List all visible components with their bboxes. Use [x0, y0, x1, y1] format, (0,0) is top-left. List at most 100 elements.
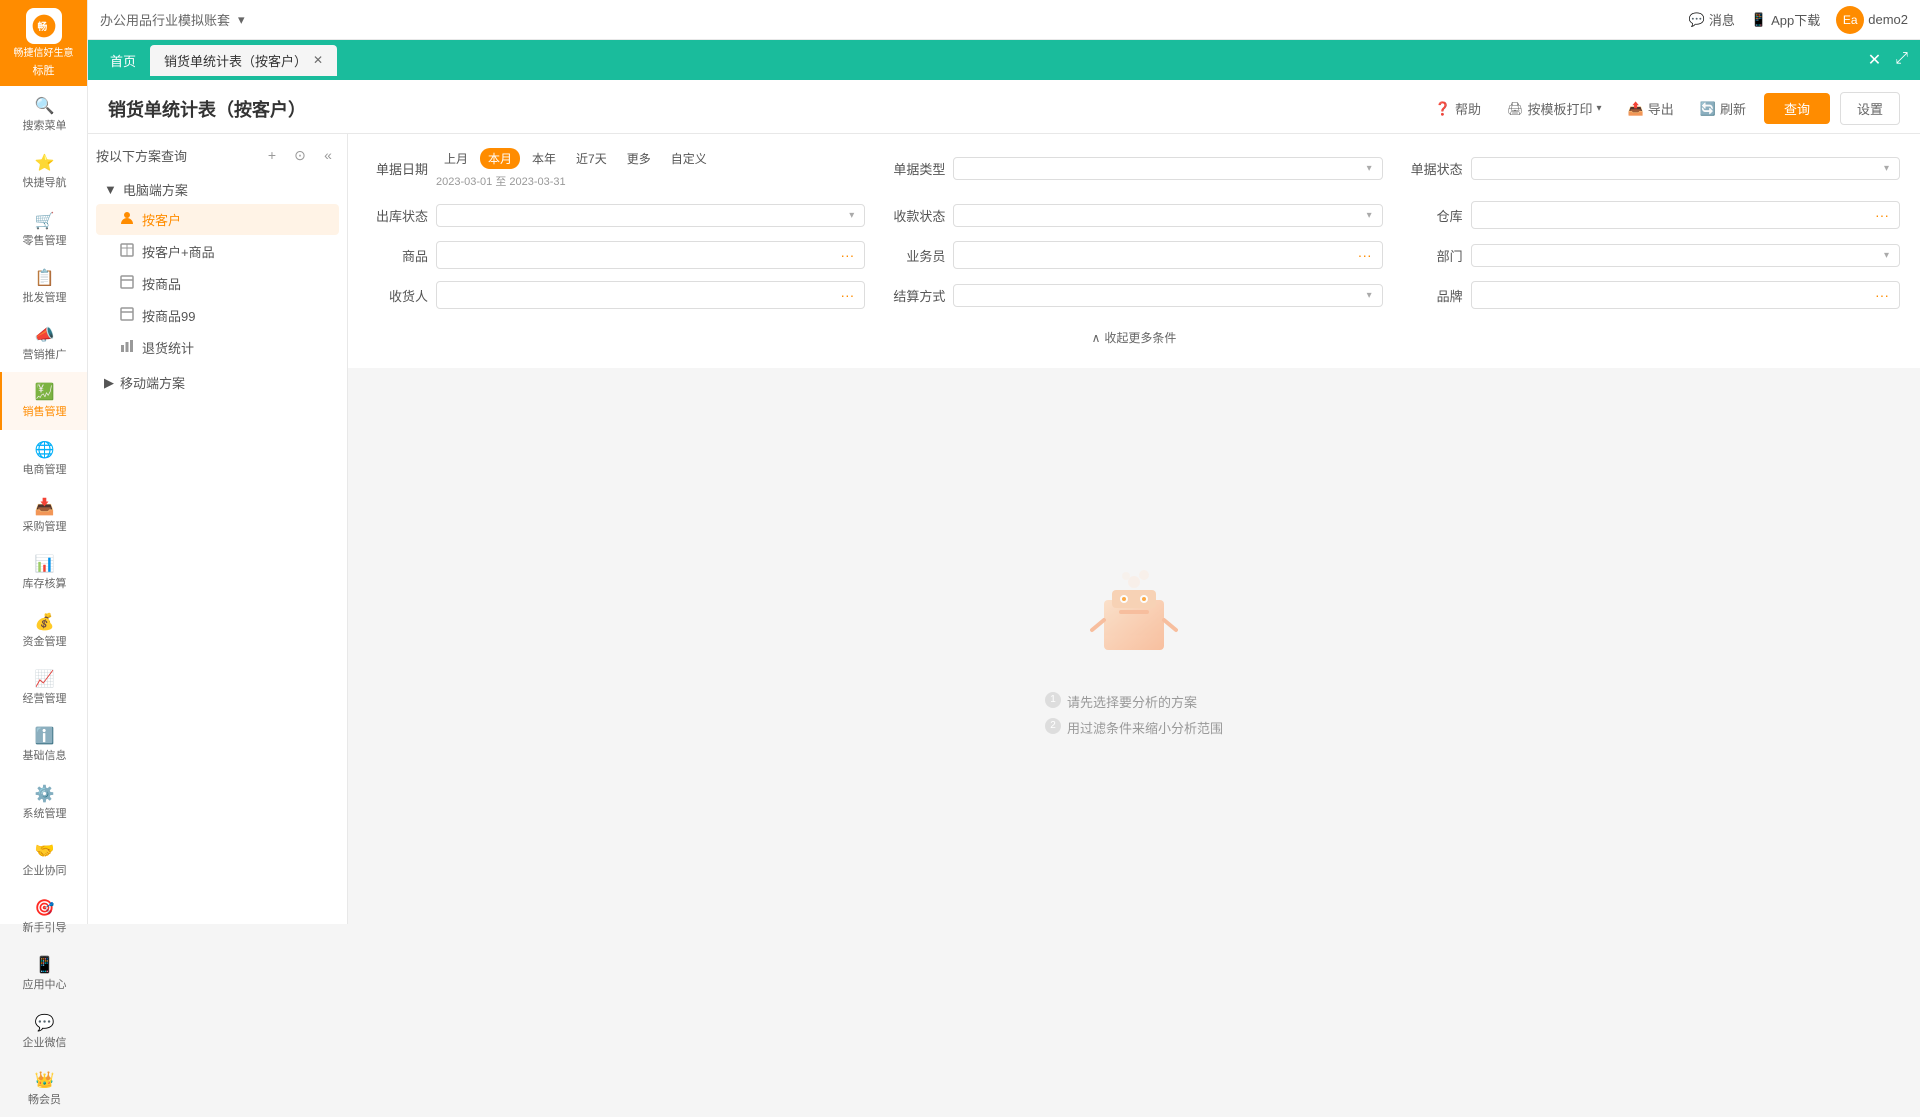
- search-icon: 🔍: [35, 96, 55, 116]
- sidebar-item-app-center[interactable]: 📱 应用中心: [0, 945, 87, 1002]
- chevron-down-icon: ▾: [1367, 163, 1372, 174]
- sidebar-item-ecommerce[interactable]: 🌐 电商管理: [0, 430, 87, 487]
- chevron-down-icon: ▾: [1367, 210, 1372, 221]
- megaphone-icon: 📣: [35, 325, 55, 345]
- sidebar-item-inventory[interactable]: 📊 库存核算: [0, 544, 87, 601]
- avatar: Ea: [1836, 6, 1864, 34]
- doc-type-input[interactable]: ▾: [953, 157, 1382, 180]
- app-logo[interactable]: 畅 畅捷信好生意 标胜: [0, 0, 87, 86]
- scheme-section-header-desktop[interactable]: ▼ 电脑端方案: [96, 176, 339, 203]
- print-btn[interactable]: 🖨 按模板打印 ▾: [1499, 95, 1610, 122]
- department-input[interactable]: ▾: [1471, 244, 1900, 267]
- date-tab-custom[interactable]: 自定义: [663, 148, 715, 169]
- date-range-text: 2023-03-01 至 2023-03-31: [436, 173, 865, 189]
- sidebar-item-finance[interactable]: 💰 资金管理: [0, 602, 87, 659]
- handshake-icon: 🤝: [35, 841, 55, 861]
- tab-close-icon[interactable]: ✕: [313, 53, 323, 67]
- sidebar-item-retail[interactable]: 🛒 零售管理: [0, 201, 87, 258]
- sidebar-item-wholesale[interactable]: 📋 批发管理: [0, 258, 87, 315]
- message-btn[interactable]: 💬 消息: [1689, 10, 1735, 29]
- tab-fullscreen-btn[interactable]: ⤢: [1891, 48, 1912, 72]
- tab-bar-actions: ✕ ⤢: [1864, 48, 1912, 72]
- user-menu[interactable]: Ea demo2: [1836, 6, 1908, 34]
- date-tab-last-month[interactable]: 上月: [436, 148, 476, 169]
- sidebar-item-sales[interactable]: 💹 销售管理: [0, 372, 87, 429]
- more-options-icon[interactable]: ···: [1875, 287, 1889, 303]
- cart-icon: 🛒: [35, 211, 55, 231]
- scheme-item-by-product[interactable]: 按商品: [96, 268, 339, 299]
- sidebar-item-operations[interactable]: 📈 经营管理: [0, 659, 87, 716]
- date-tab-this-year[interactable]: 本年: [524, 148, 564, 169]
- scheme-item-by-customer[interactable]: 按客户: [96, 204, 339, 235]
- sidebar-item-enterprise[interactable]: 🤝 企业协同: [0, 831, 87, 888]
- pay-status-label: 收款状态: [885, 206, 945, 225]
- refresh-scheme-icon[interactable]: ⊙: [289, 144, 311, 166]
- logo-text: 畅捷信好生意: [14, 48, 74, 60]
- svg-text:畅: 畅: [37, 20, 47, 33]
- scheme-item-by-product99[interactable]: 按商品99: [96, 300, 339, 331]
- scheme-section-header-mobile[interactable]: ▶ 移动端方案: [96, 369, 339, 396]
- out-status-input[interactable]: ▾: [436, 204, 865, 227]
- chat-icon: 💬: [35, 1013, 55, 1033]
- add-scheme-btn[interactable]: +: [261, 144, 283, 166]
- scheme-item-return-stats[interactable]: 退货统计: [96, 332, 339, 363]
- sidebar-item-guide[interactable]: 🎯 新手引导: [0, 888, 87, 945]
- sidebar-item-member[interactable]: 👑 畅会员: [0, 1060, 87, 1117]
- export-btn[interactable]: 📤 导出: [1620, 95, 1682, 122]
- salesperson-input[interactable]: ···: [953, 241, 1382, 269]
- breadcrumb-arrow-icon[interactable]: ▾: [238, 12, 245, 28]
- box2-icon: [120, 307, 134, 324]
- sidebar-item-quick-nav[interactable]: ⭐ 快捷导航: [0, 143, 87, 200]
- sidebar-item-marketing[interactable]: 📣 营销推广: [0, 315, 87, 372]
- help-btn[interactable]: ❓ 帮助: [1427, 95, 1489, 122]
- page-actions: ❓ 帮助 🖨 按模板打印 ▾ 📤 导出 🔄 刷新 查询 设置: [1427, 92, 1900, 125]
- sidebar-item-basic-info[interactable]: ℹ️ 基础信息: [0, 716, 87, 773]
- sidebar-item-purchase[interactable]: 📥 采购管理: [0, 487, 87, 544]
- empty-text: 1 请先选择要分析的方案 2 用过滤条件来缩小分析范围: [1045, 690, 1223, 742]
- user-name: demo2: [1868, 12, 1908, 27]
- tab-bar: 首页 销货单统计表（按客户） ✕ ✕ ⤢: [88, 40, 1920, 80]
- receiver-label: 收货人: [368, 286, 428, 305]
- header-right: 💬 消息 📱 App下载 Ea demo2: [1689, 6, 1908, 34]
- warehouse-input[interactable]: ···: [1471, 201, 1900, 229]
- brand-input[interactable]: ···: [1471, 281, 1900, 309]
- collapse-panel-btn[interactable]: «: [317, 144, 339, 166]
- sidebar-item-search[interactable]: 🔍 搜索菜单: [0, 86, 87, 143]
- sidebar-item-system[interactable]: ⚙️ 系统管理: [0, 774, 87, 831]
- refresh-btn[interactable]: 🔄 刷新: [1692, 95, 1754, 122]
- section-label: 电脑端方案: [123, 180, 188, 199]
- more-options-icon[interactable]: ···: [840, 247, 854, 263]
- doc-status-label: 单据状态: [1403, 159, 1463, 178]
- sidebar-item-wechat[interactable]: 💬 企业微信: [0, 1003, 87, 1060]
- payment-method-input[interactable]: ▾: [953, 284, 1382, 307]
- filter-grid-3: 商品 ··· 业务员 ···: [368, 241, 1900, 269]
- product-label: 商品: [368, 246, 428, 265]
- date-tab-more[interactable]: 更多: [619, 148, 659, 169]
- print-icon: 🖨: [1507, 101, 1524, 117]
- app-download-btn[interactable]: 📱 App下载: [1751, 10, 1820, 29]
- pay-status-input[interactable]: ▾: [953, 204, 1382, 227]
- download-icon: 📱: [1751, 12, 1767, 28]
- globe-icon: 🌐: [35, 440, 55, 460]
- clipboard-icon: 📋: [35, 268, 55, 288]
- query-button[interactable]: 查询: [1764, 93, 1830, 124]
- more-options-icon[interactable]: ···: [1875, 207, 1889, 223]
- settings-button[interactable]: 设置: [1840, 92, 1900, 125]
- tab-sales-stats[interactable]: 销货单统计表（按客户） ✕: [150, 45, 337, 76]
- receiver-input[interactable]: ···: [436, 281, 865, 309]
- doc-status-input[interactable]: ▾: [1471, 157, 1900, 180]
- tab-close-all-btn[interactable]: ✕: [1864, 48, 1885, 72]
- product-input[interactable]: ···: [436, 241, 865, 269]
- more-options-icon[interactable]: ···: [840, 287, 854, 303]
- phone-icon: 📱: [35, 955, 55, 975]
- scheme-item-customer-product[interactable]: 按客户+商品: [96, 236, 339, 267]
- date-tab-7days[interactable]: 近7天: [568, 148, 615, 169]
- message-icon: 💬: [1689, 12, 1705, 28]
- filter-row-product: 商品 ···: [368, 241, 865, 269]
- section-label: 移动端方案: [120, 373, 185, 392]
- date-tab-this-month[interactable]: 本月: [480, 148, 520, 169]
- collapse-filters-btn[interactable]: ∧ 收起更多条件: [368, 321, 1900, 354]
- more-options-icon[interactable]: ···: [1358, 247, 1372, 263]
- tab-home[interactable]: 首页: [96, 45, 150, 76]
- filter-grid: 单据日期 上月 本月 本年 近7天 更多 自定义 20: [368, 148, 1900, 189]
